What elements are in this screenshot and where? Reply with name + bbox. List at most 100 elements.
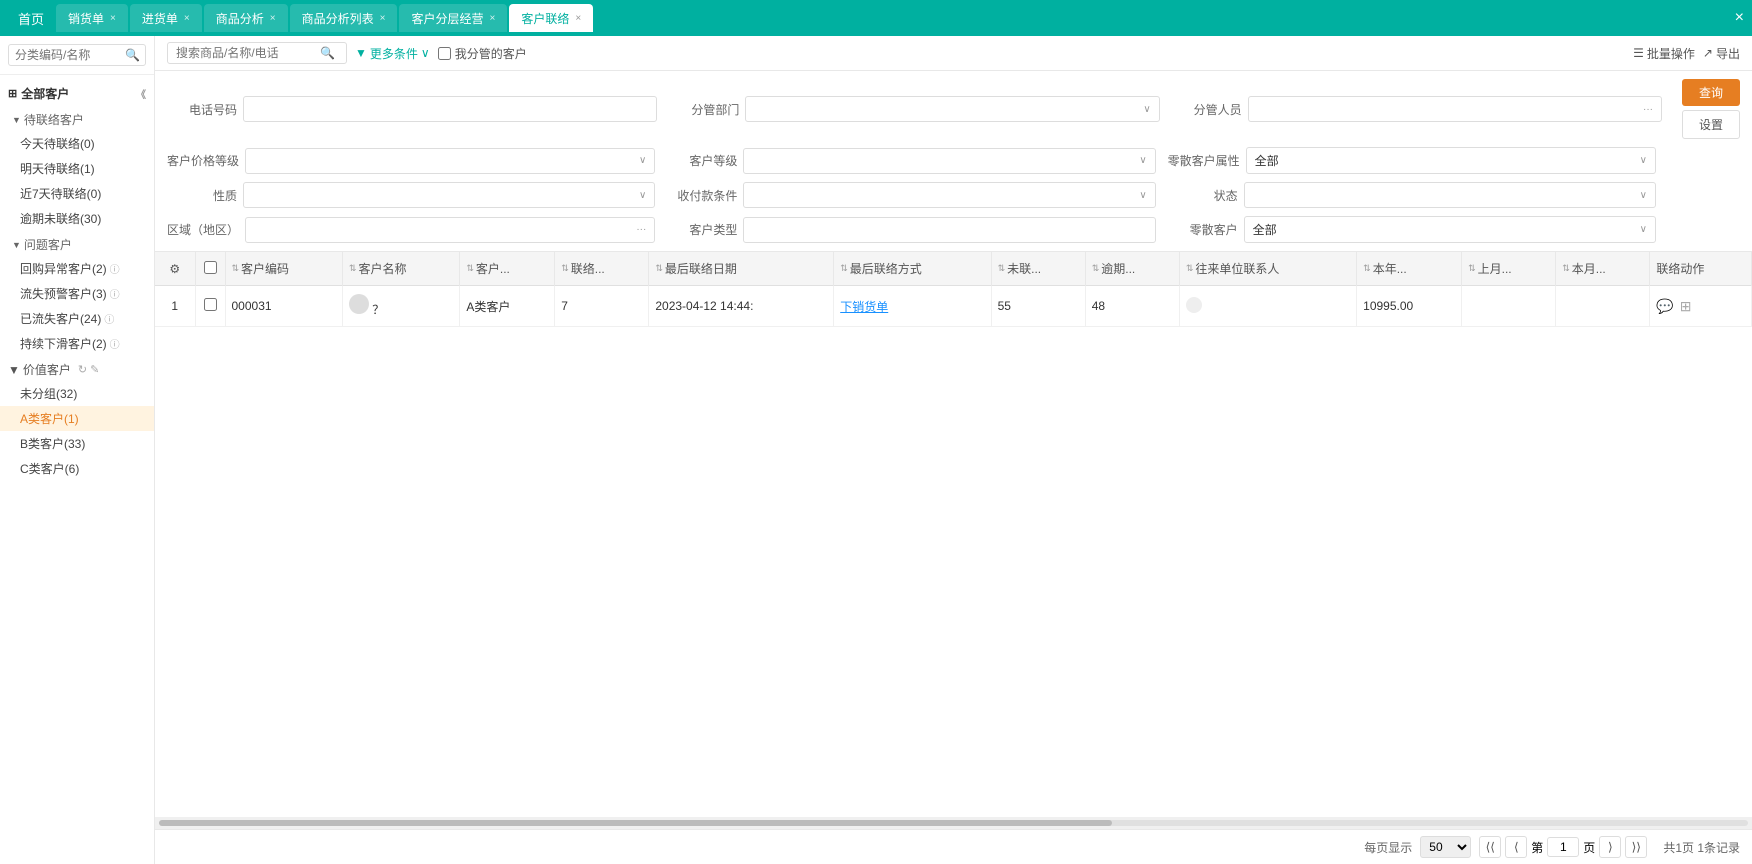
- tab-product-analysis-list[interactable]: 商品分析列表 ×: [290, 4, 398, 32]
- filter-region-select[interactable]: ···: [245, 217, 655, 243]
- th-this-month[interactable]: ⇅本月...: [1556, 252, 1650, 286]
- row-checkbox[interactable]: [204, 298, 217, 311]
- tab-customer-segment[interactable]: 客户分层经营 ×: [399, 4, 507, 32]
- sort-icon-11: ⇅: [1468, 263, 1476, 274]
- filter-price-level-select[interactable]: ∨: [245, 148, 655, 174]
- refresh-icon[interactable]: ↻: [78, 363, 87, 376]
- customer-table: ⚙ ⇅客户编码 ⇅客户名称 ⇅客户...: [155, 252, 1752, 327]
- settings-button[interactable]: 设置: [1682, 110, 1740, 139]
- cell-contact-action: 💬 ⊞: [1650, 286, 1752, 327]
- price-level-chevron-icon: ∨: [639, 155, 646, 166]
- sidebar-item-repurchase-anomaly[interactable]: 回购异常客户(2) ⓘ: [0, 256, 154, 281]
- close-sales-order-icon[interactable]: ×: [110, 13, 116, 24]
- arrow-icon: ▼: [12, 115, 21, 125]
- filter-payment-terms-select[interactable]: ∨: [743, 182, 1155, 208]
- tab-purchase-order[interactable]: 进货单 ×: [130, 4, 202, 32]
- sidebar-item-declining[interactable]: 持续下滑客户(2) ⓘ: [0, 331, 154, 356]
- sidebar-item-a-customers[interactable]: A类客户(1): [0, 406, 154, 431]
- th-last-contact-date[interactable]: ⇅最后联络日期: [649, 252, 834, 286]
- home-tab[interactable]: 首页: [8, 9, 54, 28]
- close-customer-segment-icon[interactable]: ×: [489, 13, 495, 24]
- tab-customer-contact[interactable]: 客户联络 ×: [509, 4, 593, 32]
- filter-nature-label: 性质: [167, 187, 237, 204]
- th-last-contact-method[interactable]: ⇅最后联络方式: [834, 252, 991, 286]
- first-page-btn[interactable]: ⟨⟨: [1479, 836, 1501, 858]
- info-icon-2: ⓘ: [110, 286, 120, 301]
- message-icon[interactable]: 💬: [1656, 298, 1673, 315]
- qr-icon[interactable]: ⊞: [1680, 298, 1692, 315]
- page-number-input[interactable]: [1547, 837, 1579, 857]
- sidebar-item-churn-warning[interactable]: 流失预警客户(3) ⓘ: [0, 281, 154, 306]
- customer-avatar: [349, 294, 369, 314]
- sidebar-item-7day-pending[interactable]: 近7天待联络(0): [0, 181, 154, 206]
- filter-search-input[interactable]: [176, 46, 316, 60]
- sort-icon-10: ⇅: [1363, 263, 1371, 274]
- window-close-icon[interactable]: ×: [1735, 9, 1744, 27]
- filter-dept: 分管部门 ∨: [669, 96, 1159, 122]
- filter-person-label: 分管人员: [1172, 101, 1242, 118]
- collapse-icon[interactable]: 《: [136, 86, 146, 101]
- filter-customer-level-select[interactable]: ∨: [743, 148, 1155, 174]
- filter-status-select[interactable]: ∨: [1244, 182, 1656, 208]
- close-product-analysis-icon[interactable]: ×: [270, 13, 276, 24]
- batch-ops-btn[interactable]: ☰ 批量操作: [1633, 45, 1695, 62]
- sidebar-item-overdue[interactable]: 逾期未联络(30): [0, 206, 154, 231]
- th-settings[interactable]: ⚙: [155, 252, 195, 286]
- th-no-contact[interactable]: ⇅未联...: [991, 252, 1085, 286]
- batch-ops-icon: ☰: [1633, 46, 1644, 60]
- info-icon-3: ⓘ: [104, 311, 114, 326]
- sidebar-item-b-customers[interactable]: B类客户(33): [0, 431, 154, 456]
- last-page-btn[interactable]: ⟩⟩: [1625, 836, 1647, 858]
- sidebar-item-c-customers[interactable]: C类客户(6): [0, 456, 154, 481]
- th-this-year[interactable]: ⇅本年...: [1357, 252, 1462, 286]
- cell-no-contact: 55: [991, 286, 1085, 327]
- query-button[interactable]: 查询: [1682, 79, 1740, 106]
- sidebar-item-churned[interactable]: 已流失客户(24) ⓘ: [0, 306, 154, 331]
- cell-type: A类客户: [460, 286, 555, 327]
- select-all-checkbox[interactable]: [204, 261, 217, 274]
- filter-retail-attr-select[interactable]: 全部∨: [1246, 147, 1656, 174]
- sidebar-all-customers[interactable]: ⊞ 全部客户 《: [0, 81, 154, 106]
- filter-nature-select[interactable]: ∨: [243, 182, 655, 208]
- th-last-month[interactable]: ⇅上月...: [1462, 252, 1556, 286]
- filter-more-btn[interactable]: ▼ 更多条件 ∨: [355, 45, 430, 62]
- main-layout: 🔍 ⊞ 全部客户 《 ▼ 待联络客户 今天待联络(0) 明天待联络(1) 近7天…: [0, 36, 1752, 864]
- my-customers-checkbox[interactable]: [438, 47, 451, 60]
- tab-product-analysis[interactable]: 商品分析 ×: [204, 4, 288, 32]
- filter-phone-input[interactable]: [243, 96, 657, 122]
- prev-page-btn[interactable]: ⟨: [1505, 836, 1527, 858]
- export-btn[interactable]: ↗ 导出: [1703, 45, 1740, 62]
- filter-bar: 🔍 ▼ 更多条件 ∨ 我分管的客户 ☰ 批量操作 ↗ 导出: [155, 36, 1752, 71]
- filter-search-icon: 🔍: [320, 46, 335, 60]
- horizontal-scrollbar[interactable]: [155, 817, 1752, 829]
- scroll-thumb[interactable]: [159, 820, 1112, 826]
- close-customer-contact-icon[interactable]: ×: [575, 13, 581, 24]
- th-contact[interactable]: ⇅联络...: [555, 252, 649, 286]
- filter-row-4: 区域（地区） ··· 客户类型 零散客户 全部∨: [167, 216, 1740, 243]
- settings-icon[interactable]: ⚙: [169, 262, 180, 276]
- sidebar-item-today-pending[interactable]: 今天待联络(0): [0, 131, 154, 156]
- sidebar-item-tomorrow-pending[interactable]: 明天待联络(1): [0, 156, 154, 181]
- th-overdue[interactable]: ⇅逾期...: [1085, 252, 1179, 286]
- close-purchase-order-icon[interactable]: ×: [184, 13, 190, 24]
- edit-icon[interactable]: ✎: [90, 363, 99, 376]
- th-code[interactable]: ⇅客户编码: [225, 252, 342, 286]
- pagination-nav: ⟨⟨ ⟨ 第 页 ⟩ ⟩⟩: [1479, 836, 1647, 858]
- sort-icon-5: ⇅: [655, 263, 663, 274]
- action-icons: 💬 ⊞: [1656, 298, 1745, 315]
- filter-dept-select[interactable]: ∨: [745, 96, 1159, 122]
- th-unit-contact[interactable]: ⇅往来单位联系人: [1179, 252, 1356, 286]
- sidebar-item-ungrouped[interactable]: 未分组(32): [0, 381, 154, 406]
- next-page-btn[interactable]: ⟩: [1599, 836, 1621, 858]
- sidebar-group-value[interactable]: ▼ 价值客户 ↻ ✎: [0, 356, 154, 381]
- th-type[interactable]: ⇅客户...: [460, 252, 555, 286]
- contact-method-link[interactable]: 下销货单: [840, 300, 888, 314]
- tab-sales-order[interactable]: 销货单 ×: [56, 4, 128, 32]
- th-name[interactable]: ⇅客户名称: [342, 252, 459, 286]
- close-product-analysis-list-icon[interactable]: ×: [380, 13, 386, 24]
- filter-customer-type: 客户类型: [667, 217, 1155, 243]
- page-size-select[interactable]: 50 100: [1420, 836, 1471, 858]
- filter-customer-type-input[interactable]: [743, 217, 1155, 243]
- filter-person-select[interactable]: ···: [1248, 96, 1662, 122]
- filter-retail-customer-select[interactable]: 全部∨: [1244, 216, 1656, 243]
